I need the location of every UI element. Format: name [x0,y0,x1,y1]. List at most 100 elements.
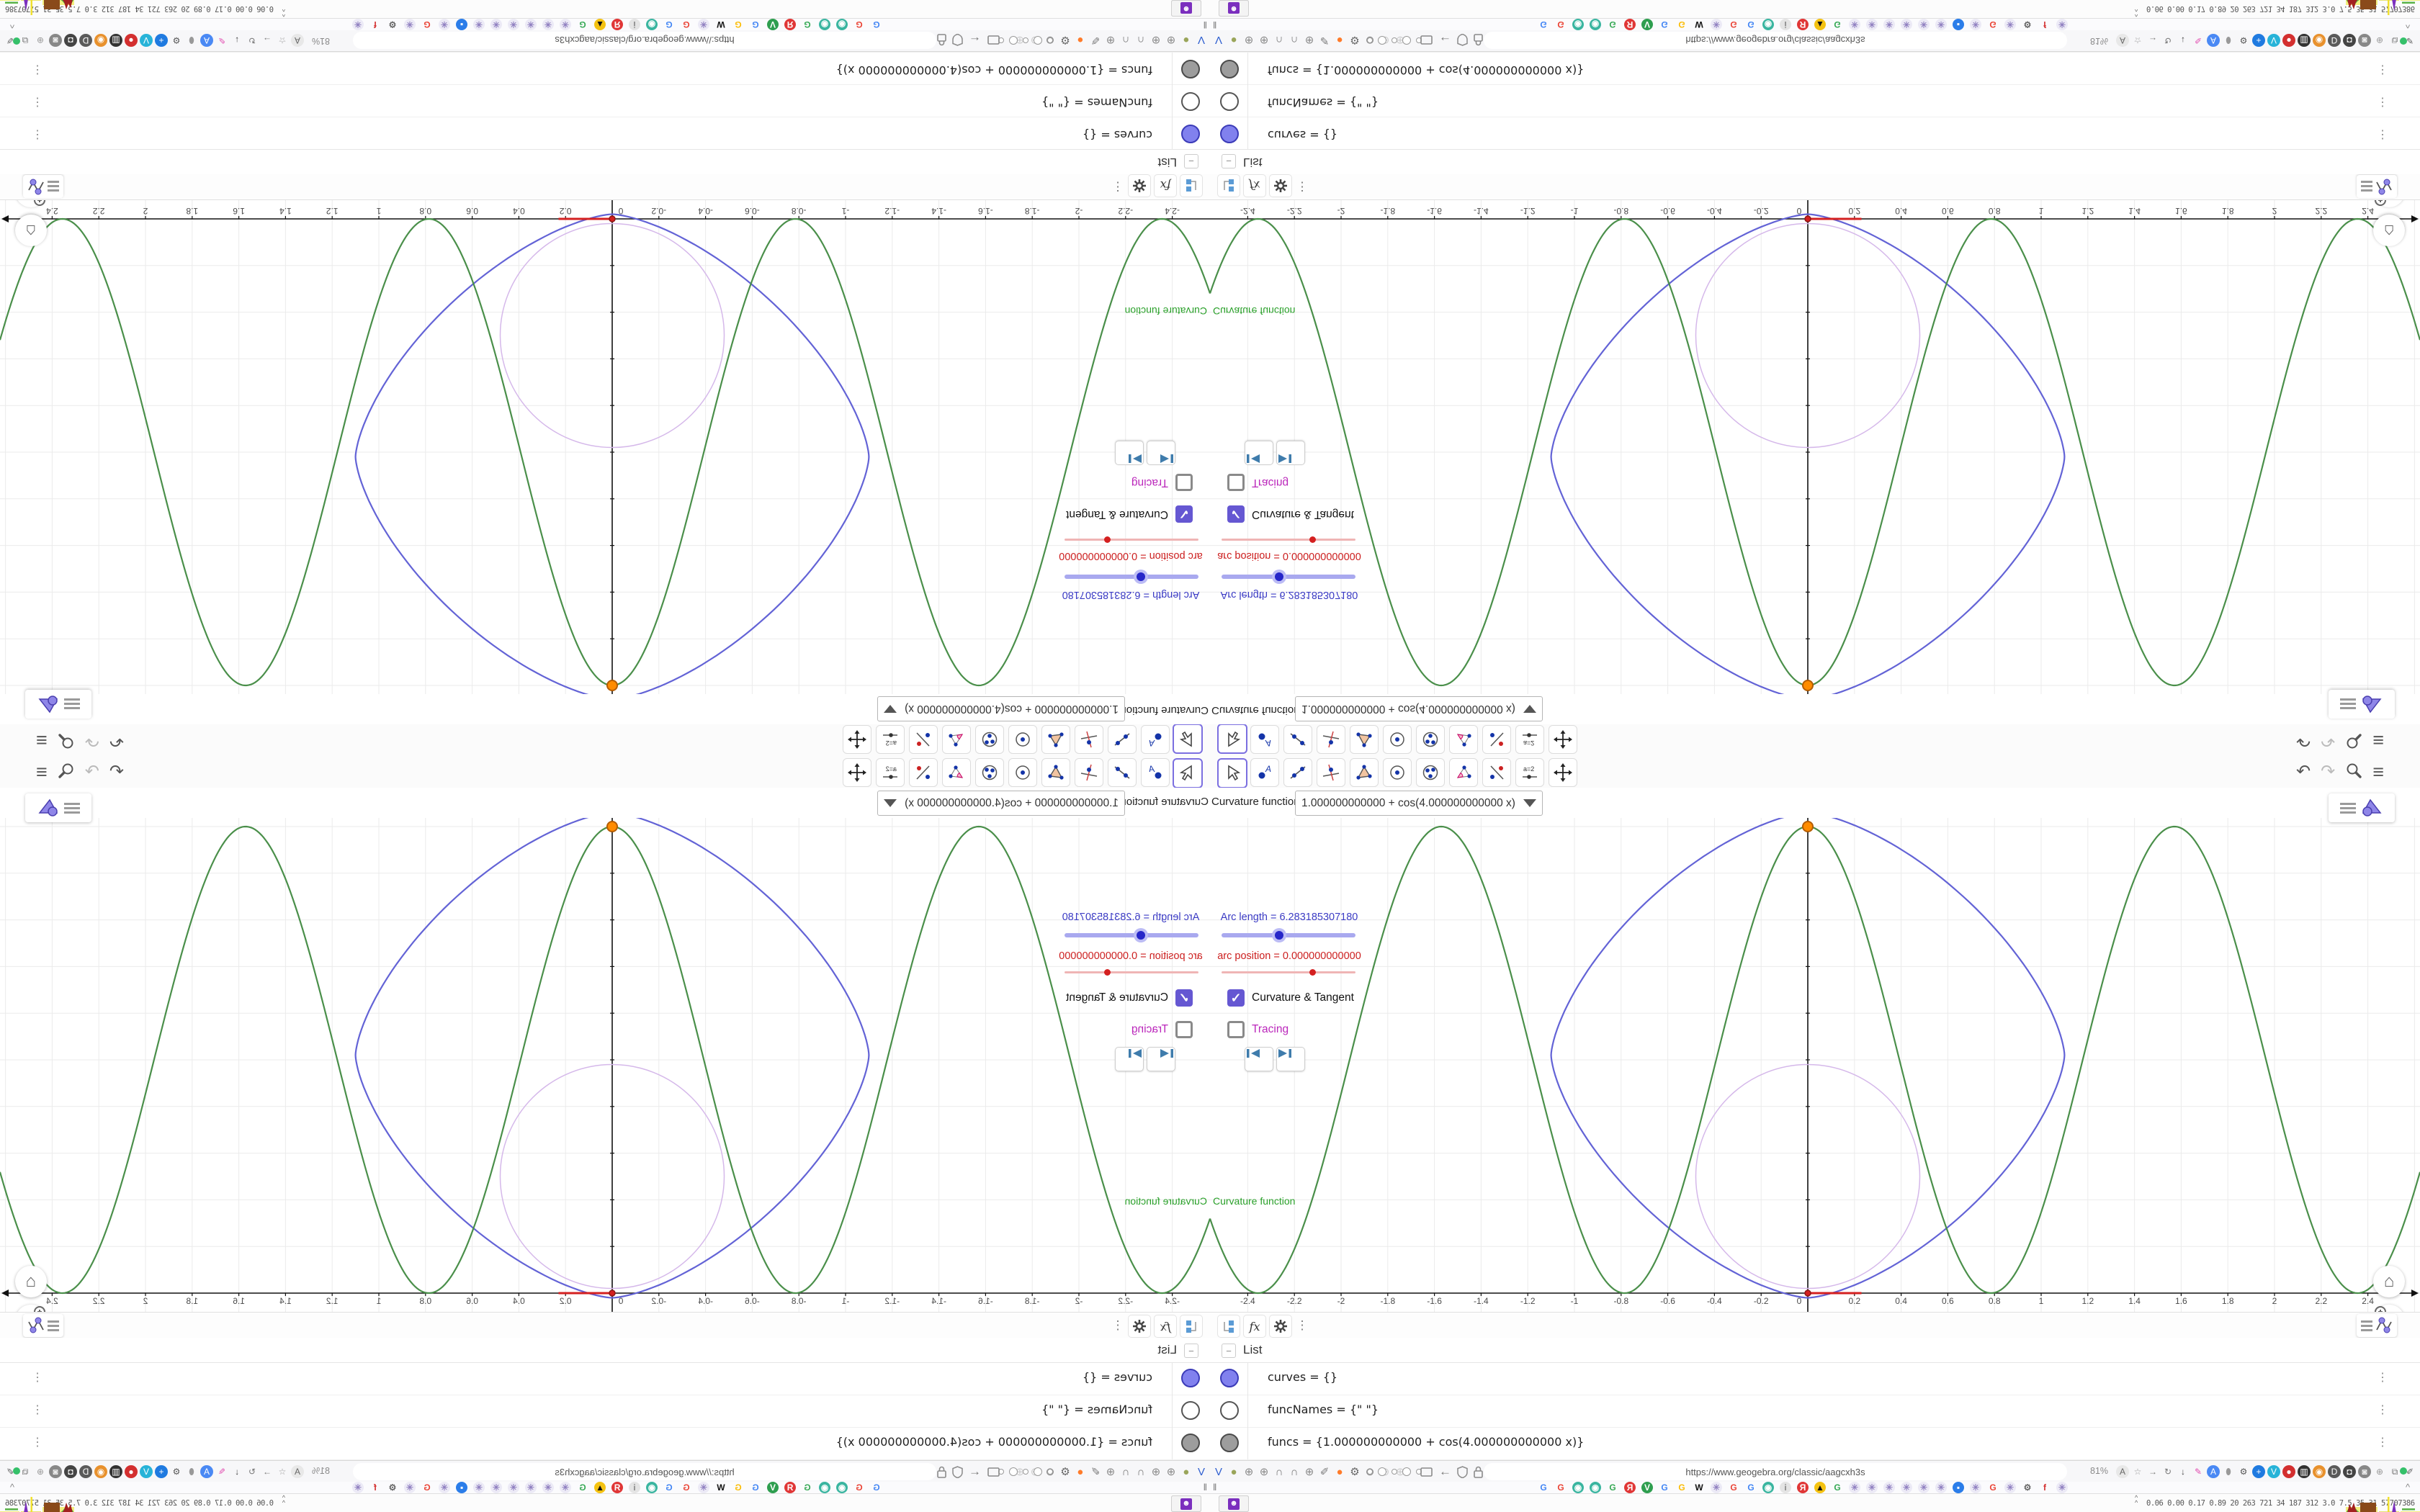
skip-end-button[interactable] [1276,441,1305,465]
google-favicon[interactable]: G [853,1482,865,1493]
octagon-favicon[interactable]: ✳ [1901,1482,1912,1493]
star-icon[interactable]: ☆ [2131,1465,2144,1478]
home-button[interactable]: ⌂ [2373,1266,2405,1297]
forward-icon[interactable]: → [2146,1465,2159,1478]
arc-position-slider[interactable] [1222,971,1355,973]
shield-cyan-icon[interactable]: V [2267,1465,2280,1478]
wikipedia-favicon[interactable]: W [715,19,727,30]
firefox-icon[interactable]: ● [1075,1466,1086,1478]
bookmarks-expand-icon[interactable]: ^ [10,19,14,30]
redo-icon[interactable]: ↷ [2321,731,2335,750]
collapse-button[interactable]: − [1184,1344,1198,1358]
back-icon[interactable]: ← [1439,33,1451,48]
zoom-level-indicator[interactable]: 81% [2090,1466,2108,1476]
list-row-funcs[interactable]: funcs = {1.000000000000 + cos(4.00000000… [1210,1427,2420,1460]
visibility-marble-gray[interactable] [1220,60,1239,78]
collapse-button[interactable]: − [1222,1344,1236,1358]
wikipedia-favicon[interactable]: W [1693,19,1705,30]
headset-icon[interactable]: ∩ [1120,1466,1131,1478]
yandex-favicon[interactable]: Я [611,19,623,30]
visibility-marble-empty[interactable] [1220,92,1239,111]
url-bar[interactable]: https://www.geogebra.org/classic/aagcxh3… [1484,1463,2067,1480]
olive-circle-icon[interactable]: ● [1228,1467,1240,1477]
headset-icon[interactable]: ∩ [1135,35,1147,47]
f-favicon[interactable]: f [2039,1482,2051,1493]
gear-icon[interactable]: ⚙ [1349,1467,1361,1477]
octagon-favicon[interactable]: ✳ [352,19,364,30]
octagon-favicon[interactable]: ✳ [1883,1482,1895,1493]
pause-icon[interactable]: ‖ [1203,19,1207,30]
move-tool-button[interactable] [1173,724,1203,754]
bookmarks-expand-icon[interactable]: ^ [2406,1482,2410,1493]
row-menu-icon[interactable]: ⋮ [32,95,43,109]
leaf-favicon[interactable]: V [767,1482,779,1493]
d-box-icon[interactable]: D [79,1465,92,1478]
tracing-checkbox[interactable] [1227,1021,1245,1038]
visibility-marble-blue[interactable] [1220,125,1239,143]
globe-icon[interactable]: ⊕ [1105,1466,1116,1478]
toolbar-kebab-icon[interactable]: ⋮ [1296,1315,1309,1336]
angle-tool-button[interactable] [942,758,971,787]
settings-button[interactable] [1128,1315,1151,1338]
octagon-favicon[interactable]: ✳ [525,1482,537,1493]
geogebra-logo-button[interactable] [2329,690,2395,719]
octagon-favicon[interactable]: ✳ [1849,1482,1860,1493]
bookmarks-expand-icon[interactable]: ^ [10,1482,14,1493]
toolbar-kebab-icon[interactable]: ⋮ [1112,1315,1124,1336]
line-tool-button[interactable] [1283,725,1312,754]
google-favicon[interactable]: G [577,19,588,30]
slider-tool-button[interactable]: a=2 [876,725,905,754]
visibility-marble-empty[interactable] [1181,92,1200,111]
wikipedia-favicon[interactable]: W [1693,1482,1705,1493]
octagon-favicon[interactable]: ✳ [1866,1482,1878,1493]
download-icon[interactable]: ↓ [2177,1465,2190,1478]
gear-icon[interactable]: ⚙ [1349,35,1361,47]
shield-gray-icon[interactable]: ◙ [2358,1465,2371,1478]
curvature-tangent-checkbox[interactable]: ✓ [1175,989,1193,1007]
plus-icon[interactable]: + [2252,34,2265,47]
globe-orange-icon[interactable]: ◉ [2313,1465,2326,1478]
arc-length-slider[interactable] [1222,575,1355,579]
tcp-icon[interactable]: ● [125,34,138,47]
line-tool-button[interactable] [1283,758,1312,787]
perpendicular-tool-button[interactable] [1075,725,1103,754]
visibility-marble-blue[interactable] [1181,125,1200,143]
tcp-icon[interactable]: ● [2282,1465,2295,1478]
row-menu-icon[interactable]: ⋮ [2377,1403,2388,1417]
folder-icon[interactable] [987,1466,1000,1477]
google-favicon[interactable]: G [871,19,882,30]
sphere-favicon[interactable]: ◉ [836,1482,848,1493]
star-icon[interactable]: ☆ [276,1465,289,1478]
wrench-icon[interactable]: ✐ [1319,1467,1330,1477]
arc-position-slider-knob[interactable] [1104,536,1111,543]
arc-length-slider[interactable] [1222,933,1355,937]
undo-icon[interactable]: ↶ [109,762,124,781]
shield-gray-icon[interactable]: ◙ [49,34,62,47]
google-favicon[interactable]: G [1555,1482,1567,1493]
function-dropdown[interactable]: 1.000000000000 + cos(4.000000000000 x) [1295,696,1543,721]
move-view-tool-button[interactable] [843,725,871,754]
globe-icon[interactable]: ⊕ [1243,35,1255,47]
back-icon[interactable]: ← [969,1464,981,1479]
search-icon[interactable] [2345,762,2362,783]
info-favicon[interactable]: i [629,1482,640,1493]
google-favicon[interactable]: G [1538,1482,1549,1493]
skip-start-button[interactable] [1245,441,1273,465]
gear-favicon[interactable]: ⚙ [387,1482,398,1493]
shield-dark-icon[interactable]: ◘ [2343,1465,2356,1478]
google-favicon[interactable]: G [802,19,813,30]
google-favicon[interactable]: G [853,19,865,30]
google-favicon[interactable]: G [1987,1482,1999,1493]
list-row-funcs[interactable]: funcs = {1.000000000000 + cos(4.00000000… [1210,52,2420,85]
chat-favicon[interactable]: ▪ [456,1482,467,1493]
geogebra-logo-button[interactable] [2329,793,2395,822]
octagon-favicon[interactable]: ✳ [439,19,450,30]
puzzle-icon[interactable]: ⧉ [19,1465,32,1478]
bars-icon[interactable]: ▥ [2298,34,2311,47]
row-menu-icon[interactable]: ⋮ [32,1403,43,1417]
move-tool-button[interactable] [1173,758,1203,788]
globe-gray-icon[interactable]: ⊕ [2373,1465,2386,1478]
google-favicon[interactable]: G [1676,19,1688,30]
google-favicon[interactable]: G [1676,1482,1688,1493]
perpendicular-tool-button[interactable] [1075,758,1103,787]
